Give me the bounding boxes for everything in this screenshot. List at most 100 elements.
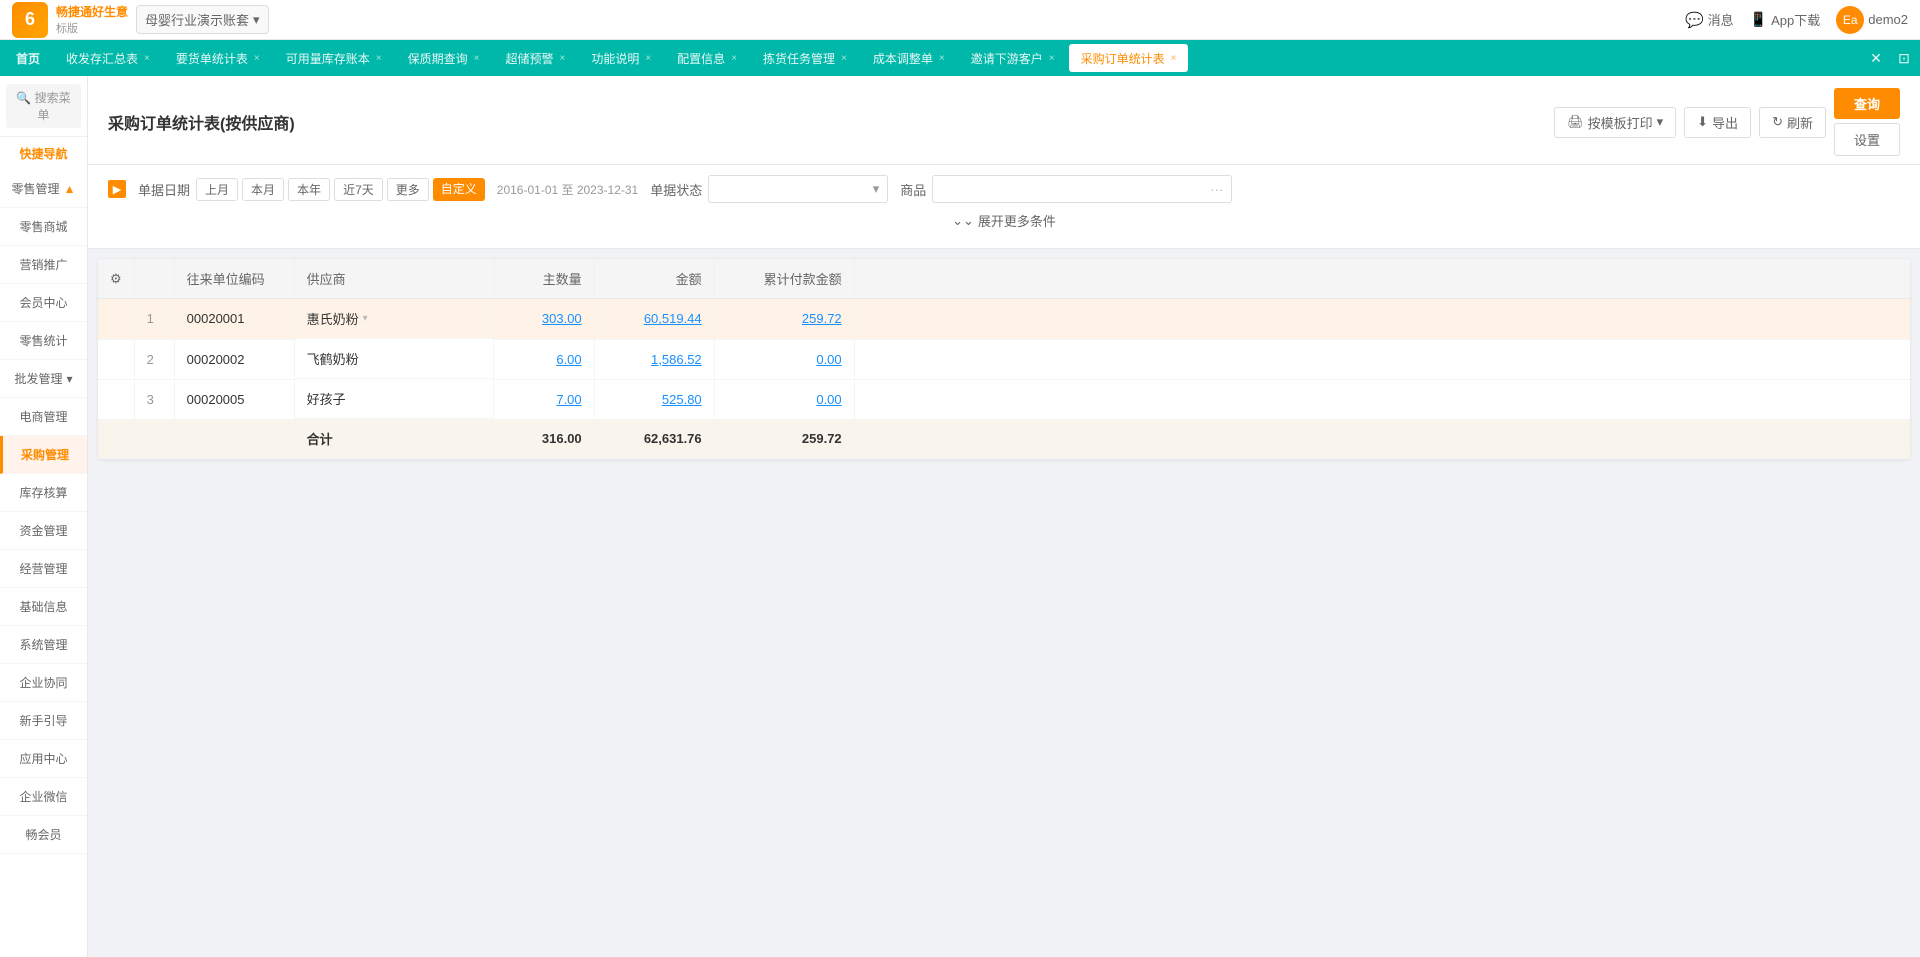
row-main-qty: 303.00	[494, 299, 594, 340]
sidebar-item-enterprise-wechat[interactable]: 企业微信	[0, 778, 87, 816]
close-icon[interactable]: ×	[841, 53, 847, 64]
tab-cost-adjust[interactable]: 成本调整单 ×	[861, 44, 957, 72]
sidebar-item-retail-mgmt[interactable]: 零售管理 ▲	[0, 170, 87, 208]
tab-pick-task[interactable]: 拣货任务管理 ×	[751, 44, 859, 72]
expand-label: 展开更多条件	[978, 211, 1056, 230]
th-main-qty: 主数量	[494, 259, 594, 299]
sidebar-item-marketing[interactable]: 营销推广	[0, 246, 87, 284]
close-icon[interactable]: ×	[645, 53, 651, 64]
footer-no	[134, 419, 174, 459]
date-this-month[interactable]: 本月	[242, 178, 284, 201]
sidebar-item-inventory-check[interactable]: 库存核算	[0, 474, 87, 512]
row-no: 1	[134, 299, 174, 340]
tab-func-desc[interactable]: 功能说明 ×	[579, 44, 663, 72]
sidebar-item-wholesale-mgmt[interactable]: 批发管理 ▾	[0, 360, 87, 398]
sidebar-label: 批发管理	[14, 370, 62, 387]
date-this-year[interactable]: 本年	[288, 178, 330, 201]
app-name: 畅捷通好生意	[56, 3, 128, 20]
close-icon[interactable]: ×	[1171, 53, 1177, 64]
sidebar-item-retail-stats[interactable]: 零售统计	[0, 322, 87, 360]
close-icon[interactable]: ×	[731, 53, 737, 64]
tab-overstock[interactable]: 超储预警 ×	[493, 44, 577, 72]
sidebar-item-member-center[interactable]: 会员中心	[0, 284, 87, 322]
sidebar-label: 系统管理	[19, 638, 67, 652]
sidebar-label: 新手引导	[19, 714, 67, 728]
export-button[interactable]: ⬇ 导出	[1684, 107, 1751, 138]
sidebar-label: 企业协同	[19, 676, 67, 690]
close-icon[interactable]: ×	[559, 53, 565, 64]
message-button[interactable]: 💬 消息	[1685, 10, 1734, 29]
user-profile[interactable]: Ea demo2	[1836, 6, 1908, 34]
tab-invite-downstream[interactable]: 邀请下游客户 ×	[959, 44, 1067, 72]
refresh-icon: ↻	[1772, 114, 1783, 130]
search-input[interactable]: 🔍 搜索菜单	[6, 84, 81, 128]
settings-button[interactable]: 设置	[1834, 123, 1900, 156]
tab-label: 功能说明	[591, 50, 639, 67]
query-button[interactable]: 查询	[1834, 88, 1900, 119]
filter-toggle-button[interactable]: ▶	[108, 180, 126, 198]
tab-purchase-summary[interactable]: 采购订单统计表 ×	[1069, 44, 1189, 72]
close-tab-button[interactable]: ✕	[1864, 46, 1888, 70]
sidebar-item-basic-info[interactable]: 基础信息	[0, 588, 87, 626]
app-download-button[interactable]: 📱 App下载	[1750, 10, 1821, 29]
status-select[interactable]: ▾	[708, 175, 888, 203]
sidebar-label: 畅会员	[25, 828, 61, 842]
row-main-qty: 7.00	[494, 379, 594, 419]
expand-row-icon[interactable]: ▾	[363, 313, 368, 324]
table-header-row: ⚙ 往来单位编码 供应商 主数量 金额	[98, 259, 1910, 299]
sidebar-item-retail-mall[interactable]: 零售商城	[0, 208, 87, 246]
tab-available-stock[interactable]: 可用量库存账本 ×	[274, 44, 394, 72]
sidebar-item-enterprise-collab[interactable]: 企业协同	[0, 664, 87, 702]
message-label: 消息	[1708, 10, 1734, 29]
sidebar-item-new-guide[interactable]: 新手引导	[0, 702, 87, 740]
date-custom-tag[interactable]: 自定义	[433, 178, 485, 201]
row-amount: 525.80	[594, 379, 714, 419]
close-icon[interactable]: ×	[1049, 53, 1055, 64]
th-amount: 金额	[594, 259, 714, 299]
print-button[interactable]: 🖨 按模板打印 ▾	[1554, 107, 1676, 138]
tab-order-summary[interactable]: 要货单统计表 ×	[164, 44, 272, 72]
date-7days[interactable]: 近7天	[334, 178, 383, 201]
row-amount: 1,586.52	[594, 339, 714, 379]
goods-input[interactable]: ···	[932, 175, 1232, 203]
close-icon[interactable]: ×	[254, 53, 260, 64]
tab-config-info[interactable]: 配置信息 ×	[665, 44, 749, 72]
header-actions: 🖨 按模板打印 ▾ ⬇ 导出 ↻ 刷新 查询 设置	[1554, 88, 1900, 156]
row-supplier: 好孩子	[295, 379, 495, 419]
workspace-selector[interactable]: 母婴行业演示账套 ▾	[136, 5, 269, 34]
sidebar-item-purchase-mgmt[interactable]: 采购管理	[0, 436, 87, 474]
sidebar-item-operation-mgmt[interactable]: 经营管理	[0, 550, 87, 588]
action-buttons: 查询 设置	[1834, 88, 1900, 156]
tab-receive-send[interactable]: 收发存汇总表 ×	[54, 44, 162, 72]
sidebar-item-ecommerce-mgmt[interactable]: 电商管理	[0, 398, 87, 436]
tab-warranty[interactable]: 保质期查询 ×	[396, 44, 492, 72]
sidebar-item-vip[interactable]: 畅会员	[0, 816, 87, 854]
maximize-tab-button[interactable]: ⊡	[1892, 46, 1916, 70]
date-more[interactable]: 更多	[387, 178, 429, 201]
tab-home[interactable]: 首页	[4, 44, 52, 72]
tab-label: 要货单统计表	[176, 50, 248, 67]
th-gear[interactable]: ⚙	[98, 259, 134, 299]
date-last-month[interactable]: 上月	[196, 178, 238, 201]
footer-code	[174, 419, 294, 459]
sidebar-item-capital-mgmt[interactable]: 资金管理	[0, 512, 87, 550]
print-label: 按模板打印	[1588, 113, 1653, 132]
tab-label: 可用量库存账本	[286, 50, 370, 67]
close-icon[interactable]: ×	[376, 53, 382, 64]
filter-area: ▶ 单据日期 上月 本月 本年 近7天 更多 自定义 2016-01-01 至 …	[88, 165, 1920, 249]
sidebar-label: 采购管理	[21, 448, 69, 462]
workspace-name: 母婴行业演示账套	[145, 10, 249, 29]
close-icon[interactable]: ×	[939, 53, 945, 64]
footer-amount: 62,631.76	[594, 419, 714, 459]
refresh-button[interactable]: ↻ 刷新	[1759, 107, 1826, 138]
sidebar-item-app-center[interactable]: 应用中心	[0, 740, 87, 778]
sidebar-item-system-mgmt[interactable]: 系统管理	[0, 626, 87, 664]
chevron-down-icon: ▾	[66, 372, 72, 386]
close-icon[interactable]: ×	[144, 53, 150, 64]
row-empty	[854, 339, 1910, 379]
expand-more-button[interactable]: ⌄⌄ 展开更多条件	[108, 203, 1900, 238]
sidebar-search-area[interactable]: 🔍 搜索菜单	[0, 76, 87, 137]
data-table: ⚙ 往来单位编码 供应商 主数量 金额	[98, 259, 1910, 459]
close-icon[interactable]: ×	[474, 53, 480, 64]
sidebar-label: 应用中心	[19, 752, 67, 766]
